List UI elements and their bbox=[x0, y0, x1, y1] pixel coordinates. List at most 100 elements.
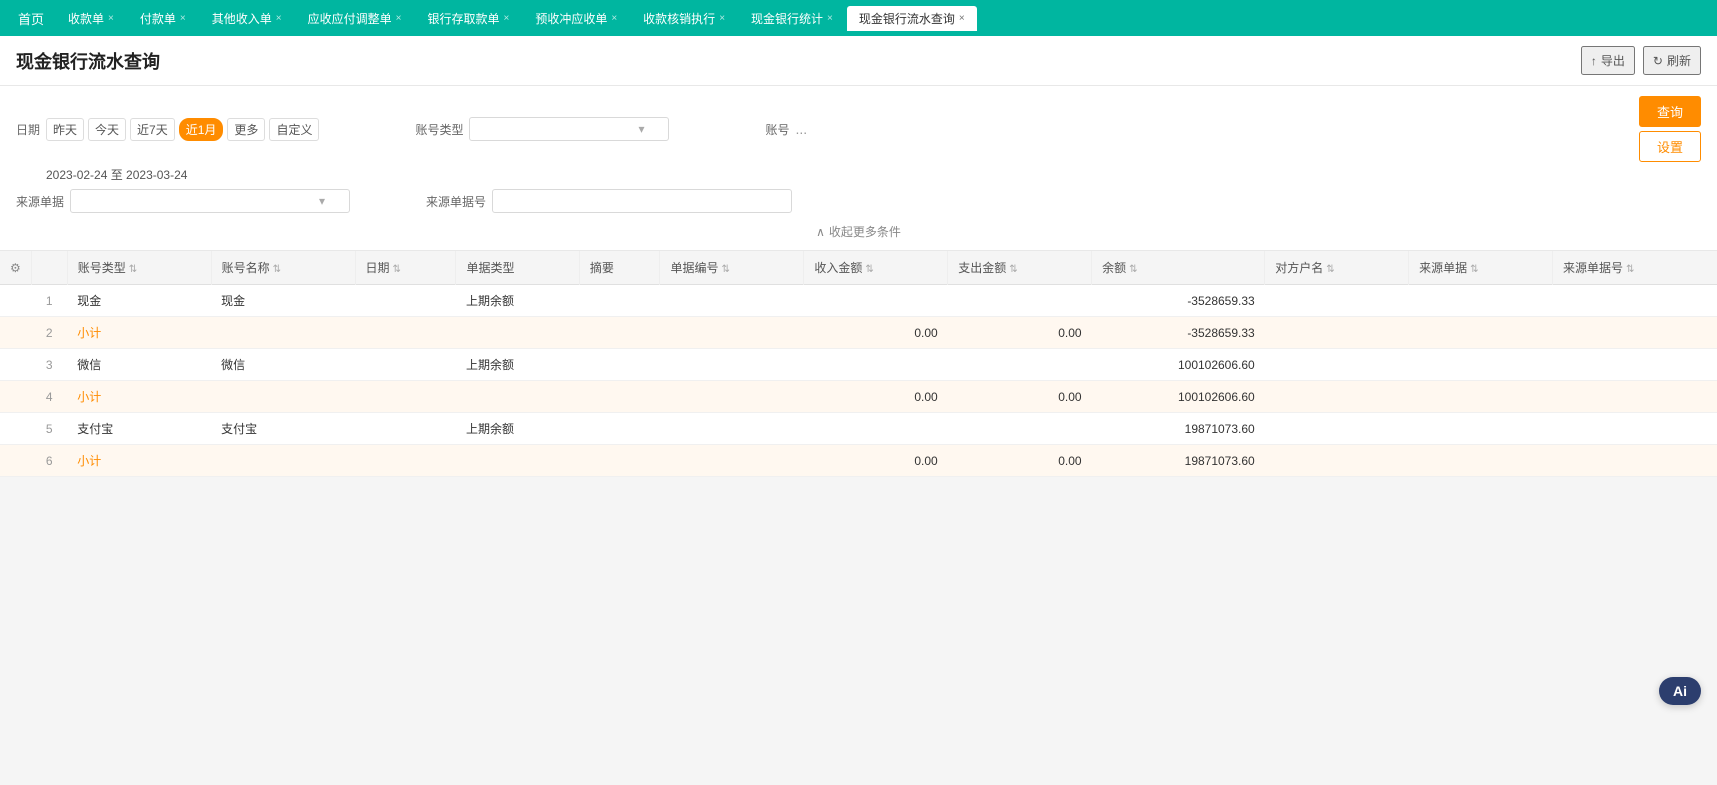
col-doc-type: 单据类型 bbox=[456, 251, 579, 285]
header-actions: ↑ 导出 ↻ 刷新 bbox=[1581, 46, 1701, 75]
date-shortcut-更多[interactable]: 更多 bbox=[227, 118, 265, 141]
nav-tab-收款单[interactable]: 收款单× bbox=[56, 6, 126, 31]
nav-tab-预收冲应收单[interactable]: 预收冲应收单× bbox=[523, 6, 629, 31]
tab-close-icon[interactable]: × bbox=[959, 13, 965, 24]
date-shortcut-近7天[interactable]: 近7天 bbox=[130, 118, 175, 141]
row-account-type: 小计 bbox=[67, 445, 211, 477]
tab-close-icon[interactable]: × bbox=[611, 13, 617, 24]
table-header: ⚙ 账号类型⇅ 账号名称⇅ 日期⇅ 单据类型 摘要 单据编号⇅ 收入金额⇅ 支出… bbox=[0, 251, 1717, 285]
row-account-type: 现金 bbox=[67, 285, 211, 317]
date-shortcut-昨天[interactable]: 昨天 bbox=[46, 118, 84, 141]
nav-home[interactable]: 首页 bbox=[8, 5, 54, 32]
row-source-doc-no bbox=[1552, 317, 1717, 349]
row-account-name: 支付宝 bbox=[211, 413, 355, 445]
row-account-name bbox=[211, 381, 355, 413]
nav-tab-现金银行流水查询[interactable]: 现金银行流水查询× bbox=[847, 6, 977, 31]
row-account-name: 微信 bbox=[211, 349, 355, 381]
nav-tab-label: 现金银行统计 bbox=[751, 10, 823, 27]
export-button[interactable]: ↑ 导出 bbox=[1581, 46, 1635, 75]
row-source-doc-no bbox=[1552, 413, 1717, 445]
tab-close-icon[interactable]: × bbox=[719, 13, 725, 24]
source-doc-filter: 来源单据 ▾ bbox=[16, 189, 350, 213]
settings-button[interactable]: 设置 bbox=[1639, 131, 1701, 162]
row-summary bbox=[579, 413, 660, 445]
row-account-name: 现金 bbox=[211, 285, 355, 317]
row-counterparty bbox=[1265, 285, 1409, 317]
row-doc-no bbox=[660, 349, 804, 381]
source-doc-no-input[interactable] bbox=[492, 189, 792, 213]
row-doc-type: 上期余额 bbox=[456, 349, 579, 381]
tab-close-icon[interactable]: × bbox=[503, 13, 509, 24]
row-income: 0.00 bbox=[804, 381, 948, 413]
table-row: 3 微信 微信 上期余额 100102606.60 bbox=[0, 349, 1717, 381]
row-account-type: 微信 bbox=[67, 349, 211, 381]
account-type-cell: 微信 bbox=[77, 358, 101, 372]
col-account-type: 账号类型⇅ bbox=[67, 251, 211, 285]
row-summary bbox=[579, 445, 660, 477]
row-source-doc bbox=[1409, 413, 1553, 445]
nav-tab-现金银行统计[interactable]: 现金银行统计 × bbox=[739, 6, 845, 31]
account-type-cell: 现金 bbox=[77, 294, 101, 308]
row-gear[interactable] bbox=[0, 445, 31, 477]
account-type-select[interactable]: ▾ bbox=[469, 117, 669, 141]
source-doc-no-filter: 来源单据号 bbox=[426, 189, 792, 213]
nav-tab-付款单[interactable]: 付款单× bbox=[128, 6, 198, 31]
tab-close-icon[interactable]: × bbox=[396, 13, 402, 24]
ai-badge[interactable]: Ai bbox=[1659, 677, 1701, 705]
nav-tab-应收应付调整单[interactable]: 应收应付调整单× bbox=[296, 6, 414, 31]
row-gear[interactable] bbox=[0, 317, 31, 349]
date-filter: 日期 昨天今天近7天近1月更多自定义 bbox=[16, 118, 319, 141]
row-doc-type bbox=[456, 317, 579, 349]
row-gear[interactable] bbox=[0, 349, 31, 381]
row-date bbox=[355, 445, 456, 477]
account-dots[interactable]: ... bbox=[795, 121, 807, 137]
date-shortcut-自定义[interactable]: 自定义 bbox=[269, 118, 319, 141]
date-shortcut-今天[interactable]: 今天 bbox=[88, 118, 126, 141]
account-type-filter: 账号类型 ▾ bbox=[415, 117, 669, 141]
row-account-type: 支付宝 bbox=[67, 413, 211, 445]
row-expense bbox=[948, 285, 1092, 317]
tab-close-icon[interactable]: × bbox=[827, 13, 833, 24]
row-num: 3 bbox=[31, 349, 67, 381]
subtotal-label: 小计 bbox=[77, 390, 101, 404]
page-header: 现金银行流水查询 ↑ 导出 ↻ 刷新 bbox=[0, 36, 1717, 86]
row-balance: 100102606.60 bbox=[1092, 381, 1265, 413]
row-gear[interactable] bbox=[0, 413, 31, 445]
nav-tab-其他收入单[interactable]: 其他收入单× bbox=[200, 6, 294, 31]
row-source-doc-no bbox=[1552, 349, 1717, 381]
nav-tab-收款核销执行[interactable]: 收款核销执行 × bbox=[631, 6, 737, 31]
col-summary: 摘要 bbox=[579, 251, 660, 285]
table-settings-col[interactable]: ⚙ bbox=[0, 251, 31, 285]
col-date: 日期⇅ bbox=[355, 251, 456, 285]
row-counterparty bbox=[1265, 445, 1409, 477]
row-date bbox=[355, 381, 456, 413]
date-label: 日期 bbox=[16, 121, 40, 138]
row-num: 6 bbox=[31, 445, 67, 477]
table-row: 5 支付宝 支付宝 上期余额 19871073.60 bbox=[0, 413, 1717, 445]
row-source-doc bbox=[1409, 317, 1553, 349]
refresh-button[interactable]: ↻ 刷新 bbox=[1643, 46, 1701, 75]
row-num: 1 bbox=[31, 285, 67, 317]
row-gear[interactable] bbox=[0, 381, 31, 413]
nav-tab-label: 收款核销执行 bbox=[643, 10, 715, 27]
date-range-display: 2023-02-24 至 2023-03-24 bbox=[16, 166, 1701, 183]
tab-close-icon[interactable]: × bbox=[108, 13, 114, 24]
row-doc-no bbox=[660, 285, 804, 317]
source-doc-select[interactable]: ▾ bbox=[70, 189, 350, 213]
filter-bar: 日期 昨天今天近7天近1月更多自定义 账号类型 ▾ 账号 ... 查询 设置 2… bbox=[0, 86, 1717, 251]
data-table: ⚙ 账号类型⇅ 账号名称⇅ 日期⇅ 单据类型 摘要 单据编号⇅ 收入金额⇅ 支出… bbox=[0, 251, 1717, 477]
collapse-button[interactable]: ∧ 收起更多条件 bbox=[816, 223, 901, 240]
row-balance: 19871073.60 bbox=[1092, 413, 1265, 445]
row-account-name bbox=[211, 445, 355, 477]
col-account-name: 账号名称⇅ bbox=[211, 251, 355, 285]
source-doc-label: 来源单据 bbox=[16, 193, 64, 210]
tab-close-icon[interactable]: × bbox=[276, 13, 282, 24]
row-gear[interactable] bbox=[0, 285, 31, 317]
col-income: 收入金额⇅ bbox=[804, 251, 948, 285]
nav-tab-银行存取款单[interactable]: 银行存取款单× bbox=[415, 6, 521, 31]
date-shortcut-近1月[interactable]: 近1月 bbox=[179, 118, 224, 141]
row-counterparty bbox=[1265, 381, 1409, 413]
col-balance: 余额⇅ bbox=[1092, 251, 1265, 285]
query-button[interactable]: 查询 bbox=[1639, 96, 1701, 127]
tab-close-icon[interactable]: × bbox=[180, 13, 186, 24]
